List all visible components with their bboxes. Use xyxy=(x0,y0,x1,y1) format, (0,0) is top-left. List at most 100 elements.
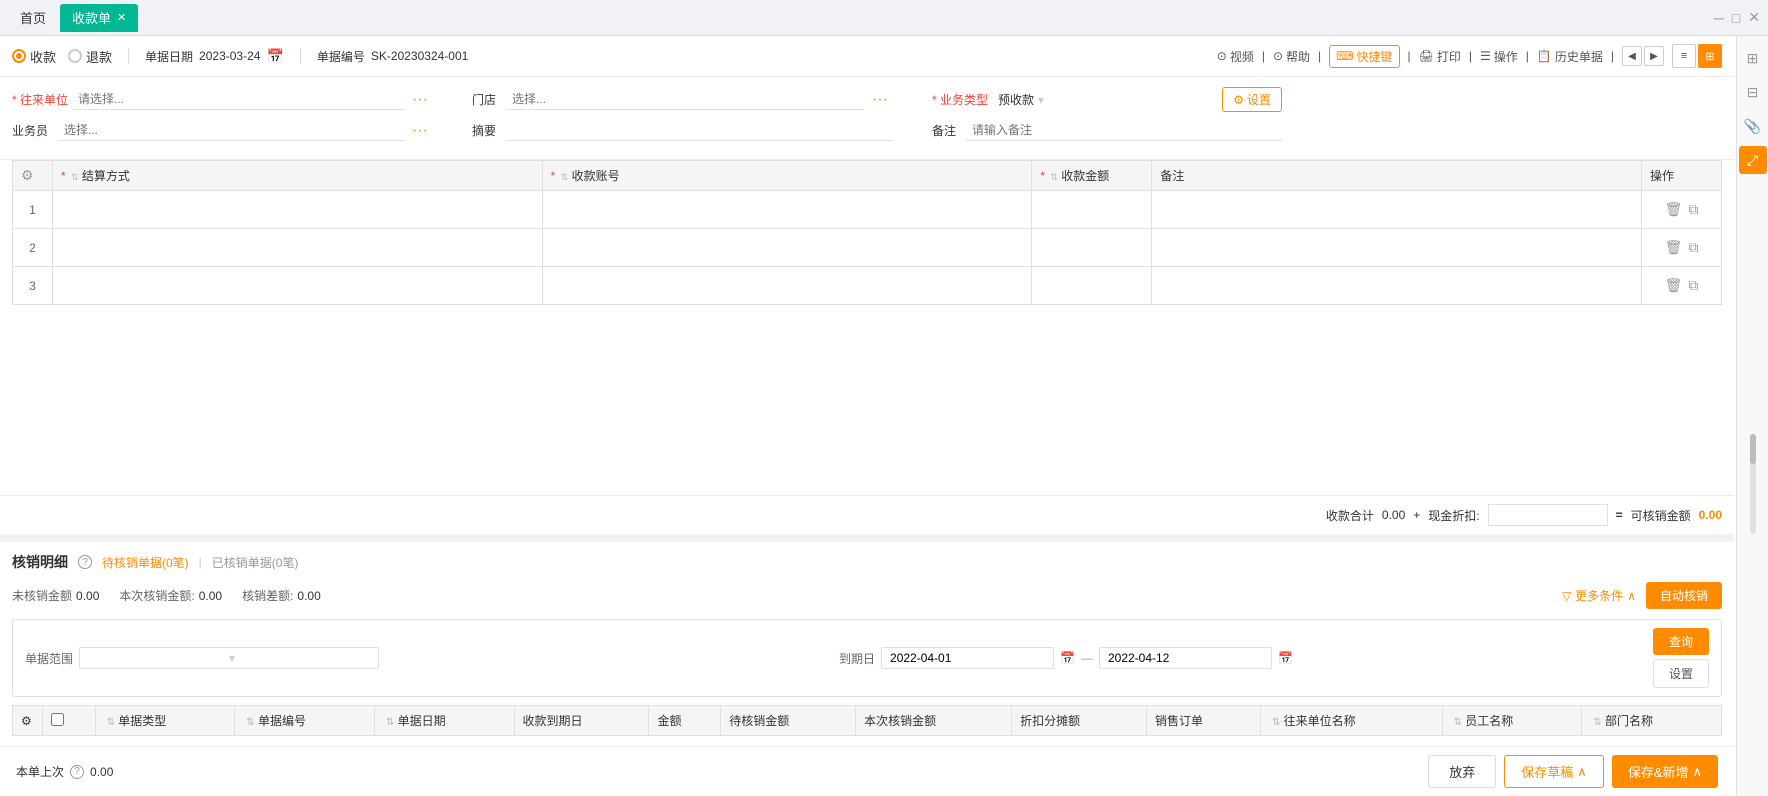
note-cell-3[interactable] xyxy=(1152,267,1642,305)
sidebar-table-icon[interactable]: ⊞ xyxy=(1739,44,1767,72)
memo-input[interactable] xyxy=(506,120,892,141)
receipt-amount-input-1[interactable] xyxy=(1032,191,1151,228)
video-btn[interactable]: ⊙ 视频 xyxy=(1217,48,1254,65)
discount-label: 现金折扣: xyxy=(1428,507,1479,524)
settle-method-input-1[interactable] xyxy=(53,191,542,228)
operation-btn[interactable]: ☰ 操作 xyxy=(1480,48,1518,65)
delete-icon-2[interactable]: 🗑 xyxy=(1665,239,1683,256)
draft-button[interactable]: 保存草稿 ∧ xyxy=(1504,755,1604,788)
receipt-amount-cell-2[interactable] xyxy=(1032,229,1152,267)
settle-method-cell-2[interactable] xyxy=(53,229,543,267)
receipt-account-cell-1[interactable] xyxy=(542,191,1032,229)
next-arrow[interactable]: ▶ xyxy=(1644,46,1664,66)
sort-icon-doc-num: ⇅ xyxy=(246,717,254,728)
close-icon[interactable]: ✕ xyxy=(1748,9,1760,26)
from-date-input[interactable] xyxy=(881,647,1054,669)
col-partner-name: ⇅ 往来单位名称 xyxy=(1260,706,1442,736)
footer-info-icon[interactable]: ? xyxy=(70,765,84,779)
refund-radio[interactable]: 退款 xyxy=(68,47,112,66)
grid-view-icon[interactable]: ⊞ xyxy=(1698,44,1722,68)
biz-type-select[interactable]: 预收款 ▾ xyxy=(998,91,1218,108)
delete-icon-3[interactable]: 🗑 xyxy=(1665,277,1683,294)
settings-button-2[interactable]: 设置 xyxy=(1653,659,1709,688)
receipt-account-cell-3[interactable] xyxy=(542,267,1032,305)
partner-input[interactable] xyxy=(72,89,404,110)
prev-arrow[interactable]: ◀ xyxy=(1622,46,1642,66)
store-input[interactable] xyxy=(506,89,864,110)
sort-icon-dept: ⇅ xyxy=(1593,717,1601,728)
range-select[interactable]: ▾ xyxy=(79,647,379,669)
receipt-amount-input-2[interactable] xyxy=(1032,229,1151,266)
separator-4: | xyxy=(1469,49,1472,63)
help-btn[interactable]: ⊙ 帮助 xyxy=(1273,48,1310,65)
scrollbar-thumb[interactable] xyxy=(1750,434,1756,464)
note-input-1[interactable] xyxy=(1152,191,1641,228)
sort-up-icon: ⇅ xyxy=(71,172,79,182)
query-button[interactable]: 查询 xyxy=(1653,628,1709,655)
receipt-account-input-2[interactable] xyxy=(543,229,1032,266)
table-gear-icon-2[interactable]: ⚙ xyxy=(21,714,32,728)
receipt-amount-cell-1[interactable] xyxy=(1032,191,1152,229)
due-label: 到期日 xyxy=(839,650,875,667)
staff-more-icon[interactable]: ··· xyxy=(408,122,432,140)
available-label: 可核销金额 xyxy=(1631,507,1691,524)
receipt-account-input-1[interactable] xyxy=(543,191,1032,228)
date-calendar-icon[interactable]: 📅 xyxy=(266,48,283,65)
video-icon: ⊙ xyxy=(1217,49,1227,63)
staff-label: 业务员 xyxy=(12,122,48,139)
settle-method-cell-1[interactable] xyxy=(53,191,543,229)
col-doc-type-label: 单据类型 xyxy=(118,714,166,728)
abandon-button[interactable]: 放弃 xyxy=(1428,755,1496,788)
to-date-input[interactable] xyxy=(1099,647,1272,669)
sidebar-print-icon[interactable]: ⊟ xyxy=(1739,78,1767,106)
note-input[interactable] xyxy=(966,120,1282,141)
receipt-amount-input-3[interactable] xyxy=(1032,267,1151,304)
col-amount: 金额 xyxy=(649,706,721,736)
receipt-amount-cell-3[interactable] xyxy=(1032,267,1152,305)
writeoff-section: 核销明细 ? 待核销单据(0笔) | 已核销单据(0笔) 未核销金额 0.00 … xyxy=(0,534,1734,746)
save-new-button[interactable]: 保存&新增 ∧ xyxy=(1612,755,1718,788)
refund-radio-dot xyxy=(68,49,82,63)
more-conditions-btn[interactable]: ▽ 更多条件 ∧ xyxy=(1562,587,1636,604)
settle-method-input-2[interactable] xyxy=(53,229,542,266)
sidebar-expand-icon[interactable]: ⤢ xyxy=(1739,146,1767,174)
copy-icon-1[interactable]: ⧉ xyxy=(1688,201,1698,218)
maximize-icon[interactable]: □ xyxy=(1732,10,1740,26)
calendar-icon-to[interactable]: 📅 xyxy=(1278,651,1293,665)
settle-method-input-3[interactable] xyxy=(53,267,542,304)
writeoff-info-icon[interactable]: ? xyxy=(78,555,92,569)
partner-more-icon[interactable]: ··· xyxy=(408,91,432,109)
pending-tab-link[interactable]: 待核销单据(0笔) xyxy=(102,554,189,571)
settle-method-cell-3[interactable] xyxy=(53,267,543,305)
delete-icon-1[interactable]: 🗑 xyxy=(1665,201,1683,218)
tab-receipt[interactable]: 收款单 ✕ xyxy=(60,4,138,32)
copy-icon-3[interactable]: ⧉ xyxy=(1688,277,1698,294)
note-cell-1[interactable] xyxy=(1152,191,1642,229)
history-btn[interactable]: 📋 历史单据 xyxy=(1537,48,1603,65)
receipt-account-cell-2[interactable] xyxy=(542,229,1032,267)
settings-button[interactable]: ⚙ 设置 xyxy=(1222,87,1282,112)
calendar-icon-from[interactable]: 📅 xyxy=(1060,651,1075,665)
col-settle-method: ⇅ 结算方式 xyxy=(53,161,543,191)
done-tab-link[interactable]: 已核销单据(0笔) xyxy=(212,554,299,571)
select-all-checkbox[interactable] xyxy=(51,713,64,726)
note-input-2[interactable] xyxy=(1152,229,1641,266)
auto-writeoff-btn[interactable]: 自动核销 xyxy=(1646,582,1722,609)
discount-input[interactable] xyxy=(1488,504,1608,526)
receipt-account-input-3[interactable] xyxy=(543,267,1032,304)
shortcut-btn[interactable]: ⌨ 快捷键 xyxy=(1329,45,1399,68)
print-btn[interactable]: 🖨 打印 xyxy=(1419,48,1461,65)
sidebar-attach-icon[interactable]: 📎 xyxy=(1739,112,1767,140)
table-gear-icon[interactable]: ⚙ xyxy=(21,167,34,183)
staff-input[interactable] xyxy=(58,120,404,141)
note-input-3[interactable] xyxy=(1152,267,1641,304)
note-cell-2[interactable] xyxy=(1152,229,1642,267)
store-more-icon[interactable]: ··· xyxy=(868,91,892,109)
receipt-radio[interactable]: 收款 xyxy=(12,47,56,66)
list-view-icon[interactable]: ≡ xyxy=(1672,44,1696,68)
tab-home[interactable]: 首页 xyxy=(8,4,58,32)
copy-icon-2[interactable]: ⧉ xyxy=(1688,239,1698,256)
minimize-icon[interactable]: ─ xyxy=(1714,10,1724,26)
tab-close-icon[interactable]: ✕ xyxy=(117,11,126,24)
main-container: 收款 退款 单据日期 2023-03-24 📅 单据编号 SK-20230324… xyxy=(0,36,1768,796)
